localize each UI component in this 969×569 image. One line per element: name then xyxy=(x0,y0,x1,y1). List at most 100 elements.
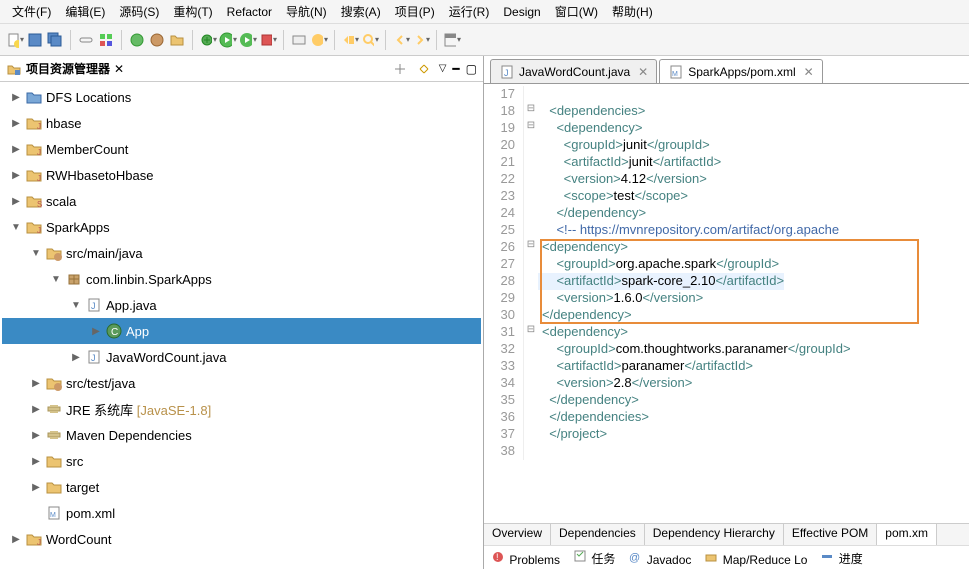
nav-back-icon[interactable] xyxy=(392,31,410,49)
bottom-view-tab[interactable]: 进度 xyxy=(819,548,862,567)
menu-item[interactable]: Refactor xyxy=(221,3,278,21)
tree-twisty[interactable]: ▶ xyxy=(10,92,22,103)
fold-icon[interactable] xyxy=(524,392,538,409)
tree-item[interactable]: ▼src/main/java xyxy=(2,240,481,266)
code-line[interactable]: 23 <scope>test</scope> xyxy=(484,188,969,205)
fold-icon[interactable] xyxy=(524,375,538,392)
code-line[interactable]: 27 <groupId>org.apache.spark</groupId> xyxy=(484,256,969,273)
menu-item[interactable]: 搜索(A) xyxy=(335,1,387,22)
team-icon[interactable] xyxy=(310,31,328,49)
code-line[interactable]: 38 xyxy=(484,443,969,460)
code-line[interactable]: 31⊟<dependency> xyxy=(484,324,969,341)
tree-item[interactable]: Mpom.xml xyxy=(2,500,481,526)
tree-twisty[interactable]: ▶ xyxy=(30,378,42,389)
pom-tab[interactable]: Overview xyxy=(484,524,551,545)
nav-fwd-icon[interactable] xyxy=(412,31,430,49)
tree-item[interactable]: ▶target xyxy=(2,474,481,500)
fold-icon[interactable] xyxy=(524,443,538,460)
tree-item[interactable]: ▶JRWHbasetoHbase xyxy=(2,162,481,188)
fold-icon[interactable] xyxy=(524,137,538,154)
fold-icon[interactable] xyxy=(524,307,538,324)
tree-twisty[interactable]: ▶ xyxy=(30,430,42,441)
menu-item[interactable]: 项目(P) xyxy=(389,1,441,22)
minimize-icon[interactable]: ━ xyxy=(452,62,459,76)
close-icon[interactable]: ✕ xyxy=(638,65,648,79)
menu-item[interactable]: 源码(S) xyxy=(113,1,165,22)
debug-icon[interactable] xyxy=(199,31,217,49)
editor[interactable]: 17 18⊟ <dependencies>19⊟ <dependency>20 … xyxy=(484,84,969,523)
fold-icon[interactable] xyxy=(524,358,538,375)
code-line[interactable]: 32 <groupId>com.thoughtworks.paranamer</… xyxy=(484,341,969,358)
pom-tab[interactable]: Effective POM xyxy=(784,524,877,545)
new-icon[interactable] xyxy=(6,31,24,49)
code-line[interactable]: 22 <version>4.12</version> xyxy=(484,171,969,188)
bottom-view-tab[interactable]: Map/Reduce Lo xyxy=(703,549,807,567)
tree-twisty[interactable]: ▶ xyxy=(10,534,22,545)
tree-twisty[interactable]: ▼ xyxy=(10,222,22,233)
tree-item[interactable]: ▶CApp xyxy=(2,318,481,344)
tree-twisty[interactable]: ▶ xyxy=(90,326,102,337)
fold-icon[interactable] xyxy=(524,341,538,358)
code-line[interactable]: 21 <artifactId>junit</artifactId> xyxy=(484,154,969,171)
code-line[interactable]: 26⊟<dependency> xyxy=(484,239,969,256)
tree-item[interactable]: ▼JApp.java xyxy=(2,292,481,318)
view-menu-icon[interactable]: ▽ xyxy=(439,63,447,74)
menu-item[interactable]: 导航(N) xyxy=(280,1,333,22)
code-line[interactable]: 17 xyxy=(484,86,969,103)
tree-twisty[interactable]: ▶ xyxy=(10,170,22,181)
collapse-all-icon[interactable] xyxy=(391,60,409,78)
new-server-icon[interactable] xyxy=(290,31,308,49)
menu-item[interactable]: 文件(F) xyxy=(6,1,57,22)
fold-icon[interactable]: ⊟ xyxy=(524,120,538,137)
fold-icon[interactable] xyxy=(524,171,538,188)
tree-item[interactable]: ▶JJavaWordCount.java xyxy=(2,344,481,370)
project-tree[interactable]: ▶DFS Locations▶Jhbase▶JMemberCount▶JRWHb… xyxy=(0,82,483,569)
menu-item[interactable]: 帮助(H) xyxy=(606,1,659,22)
view-close-tab[interactable]: ✕ xyxy=(114,62,124,76)
fold-icon[interactable] xyxy=(524,273,538,290)
link-editor-icon[interactable] xyxy=(415,60,433,78)
fold-icon[interactable] xyxy=(524,86,538,103)
fold-icon[interactable] xyxy=(524,290,538,307)
code-line[interactable]: 28 <artifactId>spark-core_2.10</artifact… xyxy=(484,273,969,290)
code-line[interactable]: 25 <!-- https://mvnrepository.com/artifa… xyxy=(484,222,969,239)
tree-item[interactable]: ▶src xyxy=(2,448,481,474)
tree-item[interactable]: ▶Maven Dependencies xyxy=(2,422,481,448)
tree-item[interactable]: ▶DFS Locations xyxy=(2,84,481,110)
external-tools-icon[interactable] xyxy=(259,31,277,49)
tree-item[interactable]: ▶Sscala xyxy=(2,188,481,214)
editor-tab[interactable]: JJavaWordCount.java✕ xyxy=(490,59,657,83)
fold-icon[interactable] xyxy=(524,222,538,239)
pom-tab[interactable]: Dependencies xyxy=(551,524,645,545)
fold-icon[interactable] xyxy=(524,409,538,426)
save-icon[interactable] xyxy=(26,31,44,49)
menu-item[interactable]: 重构(T) xyxy=(167,1,218,22)
pom-tab[interactable]: pom.xm xyxy=(877,524,937,545)
open-type-icon[interactable] xyxy=(341,31,359,49)
tree-item[interactable]: ▶JMemberCount xyxy=(2,136,481,162)
new-class-icon[interactable] xyxy=(128,31,146,49)
fold-icon[interactable]: ⊟ xyxy=(524,239,538,256)
fold-icon[interactable] xyxy=(524,154,538,171)
bottom-view-tab[interactable]: 任务 xyxy=(572,548,615,567)
tree-item[interactable]: ▶Jhbase xyxy=(2,110,481,136)
bottom-view-tab[interactable]: ! Problems xyxy=(490,549,560,567)
fold-icon[interactable]: ⊟ xyxy=(524,103,538,120)
new-package-icon[interactable] xyxy=(148,31,166,49)
fold-icon[interactable] xyxy=(524,188,538,205)
pom-tab[interactable]: Dependency Hierarchy xyxy=(645,524,784,545)
search-icon[interactable] xyxy=(361,31,379,49)
fold-icon[interactable]: ⊟ xyxy=(524,324,538,341)
tree-item[interactable]: ▶JRE 系统库 [JavaSE-1.8] xyxy=(2,396,481,422)
bottom-view-tab[interactable]: @ Javadoc xyxy=(627,549,691,567)
fold-icon[interactable] xyxy=(524,256,538,273)
new-folder-icon[interactable] xyxy=(168,31,186,49)
perspective-icon[interactable] xyxy=(443,31,461,49)
tree-twisty[interactable]: ▶ xyxy=(70,352,82,363)
code-line[interactable]: 29 <version>1.6.0</version> xyxy=(484,290,969,307)
code-line[interactable]: 18⊟ <dependencies> xyxy=(484,103,969,120)
code-line[interactable]: 30</dependency> xyxy=(484,307,969,324)
tree-twisty[interactable]: ▼ xyxy=(70,300,82,311)
menu-item[interactable]: 运行(R) xyxy=(443,1,496,22)
tree-twisty[interactable]: ▶ xyxy=(10,118,22,129)
